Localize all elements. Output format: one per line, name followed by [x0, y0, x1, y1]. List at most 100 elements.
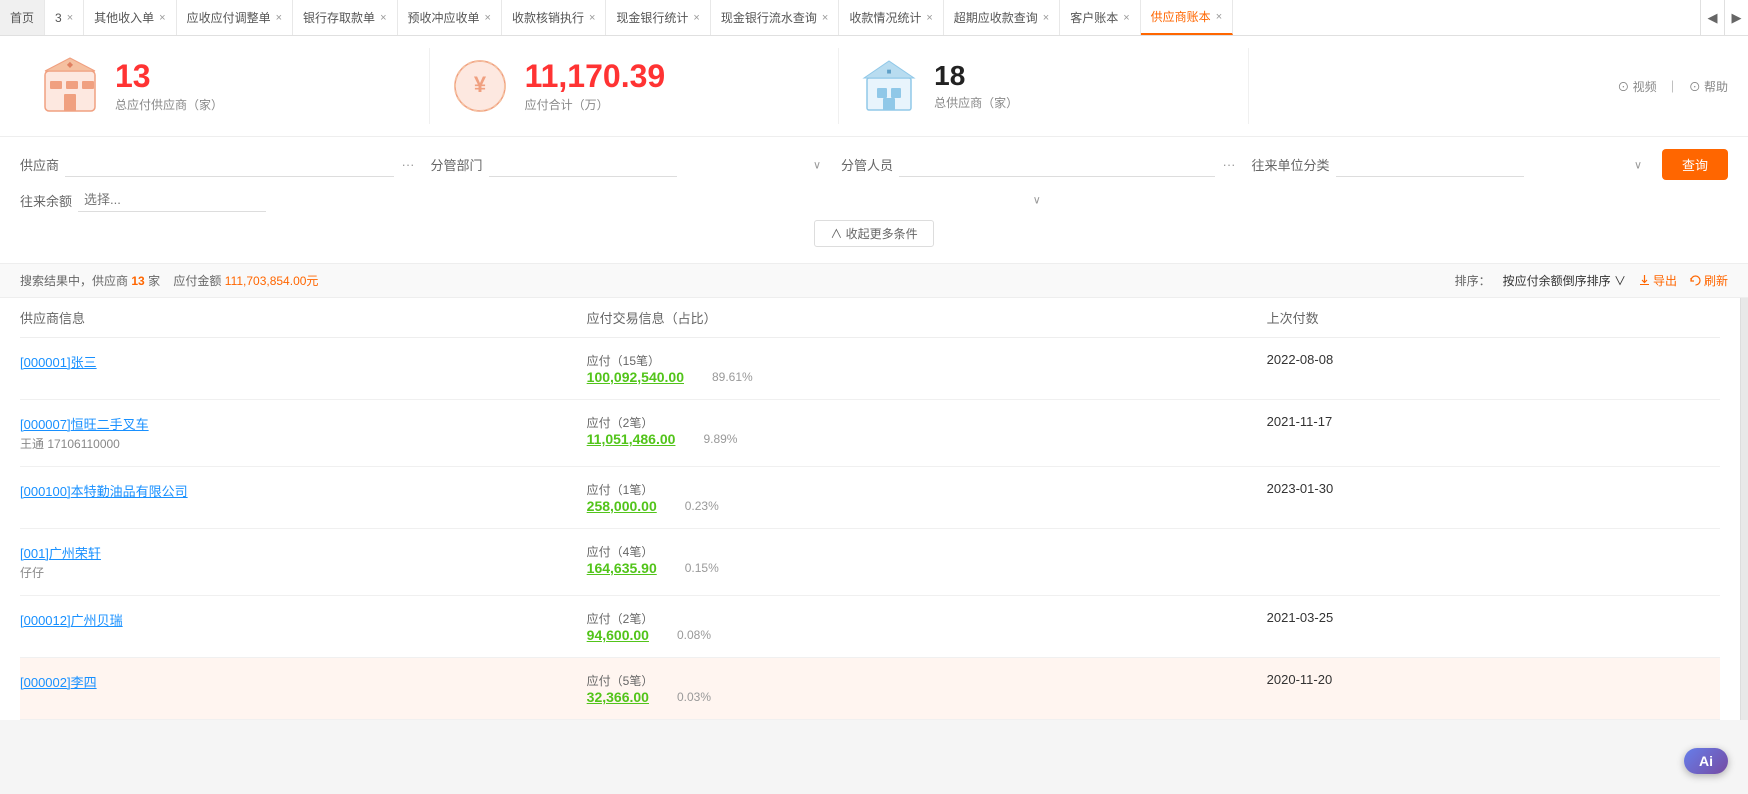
- stat-total-suppliers-label: 总供应商（家）: [934, 94, 1018, 111]
- nav-tab-other-income[interactable]: 其他收入单 ×: [84, 0, 176, 35]
- supplier-link-3[interactable]: [000100]本特勤油品有限公司: [20, 481, 587, 500]
- trans-percent-5: 0.08%: [677, 628, 711, 642]
- nav-tab-cash-bank-stat[interactable]: 现金银行统计 ×: [606, 0, 710, 35]
- filter-dept-input[interactable]: [489, 153, 677, 177]
- lastpay-3: 2023-01-30: [1267, 481, 1720, 496]
- nav-arrow-left[interactable]: ◀: [1700, 0, 1724, 36]
- nav-tab-home[interactable]: 首页: [0, 0, 45, 35]
- nav-tab-cash-bank-stat-close[interactable]: ×: [693, 12, 699, 24]
- filter-supplier-item: 供应商 ···: [20, 153, 415, 177]
- nav-tab-overdue-ar[interactable]: 超期应收款查询 ×: [944, 0, 1060, 35]
- trans-amount-3[interactable]: 258,000.00: [587, 498, 657, 514]
- nav-tab-cash-bank-flow[interactable]: 现金银行流水查询 ×: [711, 0, 839, 35]
- filter-category-item: 往来单位分类 ∨: [1252, 153, 1647, 177]
- nav-tab-receipt-verify-label: 收款核销执行: [512, 9, 584, 26]
- lastpay-2: 2021-11-17: [1267, 414, 1720, 429]
- supplier-dots[interactable]: ···: [402, 157, 415, 172]
- trans-percent-6: 0.03%: [677, 690, 711, 704]
- filter-category-dropdown[interactable]: ∨: [1336, 153, 1646, 177]
- result-info-text: 搜索结果中，供应商 13 家 应付金额 111,703,854.00元: [20, 272, 318, 289]
- col-header-lastpay: 上次付数: [1267, 308, 1720, 327]
- nav-tab-overdue-ar-close[interactable]: ×: [1043, 12, 1049, 24]
- table-row[interactable]: [000001]张三 应付（15笔） 100,092,540.00 89.61%…: [20, 338, 1720, 400]
- stat-payable-total: ¥ 11,170.39 应付合计（万）: [430, 48, 840, 124]
- col-header-supplier: 供应商信息: [20, 308, 587, 327]
- nav-tab-3-close[interactable]: ×: [67, 12, 73, 24]
- table-row[interactable]: [000007]恒旺二手叉车 王通 17106110000 应付（2笔） 11,…: [20, 400, 1720, 467]
- filter-person-item: 分管人员 ···: [841, 153, 1236, 177]
- filter-dept-dropdown[interactable]: ∨: [489, 153, 825, 177]
- nav-tab-customer-book-close[interactable]: ×: [1123, 12, 1129, 24]
- table-row[interactable]: [001]广州荣轩 仔仔 应付（4笔） 164,635.90 0.15%: [20, 529, 1720, 596]
- supplier-link-4[interactable]: [001]广州荣轩: [20, 543, 587, 562]
- help-link[interactable]: ⊙ 帮助: [1689, 78, 1728, 95]
- supplier-link-2[interactable]: [000007]恒旺二手叉车: [20, 414, 587, 433]
- supplier-info-5: [000012]广州贝瑞: [20, 610, 587, 629]
- nav-tab-bank-deposit-close[interactable]: ×: [380, 12, 386, 24]
- nav-tab-bank-deposit-label: 银行存取款单: [303, 9, 375, 26]
- nav-tab-cash-bank-flow-close[interactable]: ×: [822, 12, 828, 24]
- trans-amount-5[interactable]: 94,600.00: [587, 627, 649, 643]
- filter-person-input[interactable]: [899, 153, 1214, 177]
- nav-arrow-right[interactable]: ▶: [1724, 0, 1748, 36]
- sort-label: 排序：: [1455, 272, 1491, 289]
- scrollbar-right[interactable]: [1740, 298, 1748, 720]
- dept-chevron-down-icon: ∨: [813, 158, 821, 171]
- table-header: 供应商信息 应付交易信息（占比） 上次付数: [20, 298, 1720, 338]
- sort-value[interactable]: 按应付余额倒序排序 ∨: [1503, 272, 1626, 289]
- filter-person-label: 分管人员: [841, 155, 893, 174]
- nav-tab-ar-ap-adjust[interactable]: 应收应付调整单 ×: [177, 0, 293, 35]
- help-video-link[interactable]: ⊙ 视频: [1617, 78, 1656, 95]
- filter-supplier-input[interactable]: [65, 153, 393, 177]
- person-dots[interactable]: ···: [1223, 157, 1236, 172]
- table-row[interactable]: [000012]广州贝瑞 应付（2笔） 94,600.00 0.08% 2021…: [20, 596, 1720, 658]
- table-row[interactable]: [000100]本特勤油品有限公司 应付（1笔） 258,000.00 0.23…: [20, 467, 1720, 529]
- stat-total-suppliers: ■ 18 总供应商（家）: [839, 48, 1249, 124]
- svg-text:◆: ◆: [67, 60, 74, 69]
- nav-tab-receipt-verify-close[interactable]: ×: [589, 12, 595, 24]
- supplier-link-1[interactable]: [000001]张三: [20, 352, 587, 371]
- nav-tab-3[interactable]: 3 ×: [45, 0, 84, 35]
- nav-tab-ar-ap-adjust-close[interactable]: ×: [276, 12, 282, 24]
- trans-percent-4: 0.15%: [685, 561, 719, 575]
- stat-total-suppliers-number: 18: [934, 61, 1018, 92]
- filter-balance-input[interactable]: [78, 188, 266, 212]
- collapse-more-btn[interactable]: ∧ 收起更多条件: [814, 220, 934, 247]
- nav-tab-prepay-ar[interactable]: 预收冲应收单 ×: [398, 0, 502, 35]
- export-button[interactable]: 导出: [1638, 272, 1677, 289]
- supplier-link-6[interactable]: [000002]李四: [20, 672, 587, 691]
- filter-dept-label: 分管部门: [431, 155, 483, 174]
- nav-tab-supplier-book-close[interactable]: ×: [1216, 11, 1222, 23]
- nav-tab-ar-ap-adjust-label: 应收应付调整单: [187, 9, 271, 26]
- nav-tab-bank-deposit[interactable]: 银行存取款单 ×: [293, 0, 397, 35]
- transaction-info-3: 应付（1笔） 258,000.00 0.23%: [587, 481, 1267, 514]
- stat-payable-total-content: 11,170.39 应付合计（万）: [525, 59, 666, 113]
- nav-tab-cash-bank-flow-label: 现金银行流水查询: [721, 9, 817, 26]
- table-row[interactable]: [000002]李四 应付（5笔） 32,366.00 0.03% 2020-1…: [20, 658, 1720, 720]
- refresh-button[interactable]: 刷新: [1689, 272, 1728, 289]
- nav-tab-other-income-close[interactable]: ×: [159, 12, 165, 24]
- trans-amount-2[interactable]: 11,051,486.00: [587, 431, 676, 447]
- supplier-link-5[interactable]: [000012]广州贝瑞: [20, 610, 587, 629]
- nav-tab-customer-book[interactable]: 客户账本 ×: [1060, 0, 1140, 35]
- supplier-info-1: [000001]张三: [20, 352, 587, 371]
- trans-amount-1[interactable]: 100,092,540.00: [587, 369, 684, 385]
- query-button[interactable]: 查询: [1662, 149, 1728, 180]
- nav-tab-supplier-book[interactable]: 供应商账本 ×: [1141, 0, 1233, 35]
- filter-balance-dropdown[interactable]: ∨: [78, 188, 1045, 212]
- nav-tab-receipt-stat[interactable]: 收款情况统计 ×: [839, 0, 943, 35]
- store-icon: ■: [859, 56, 919, 116]
- nav-tab-receipt-verify[interactable]: 收款核销执行 ×: [502, 0, 606, 35]
- nav-tab-prepay-ar-close[interactable]: ×: [485, 12, 491, 24]
- nav-tab-receipt-stat-close[interactable]: ×: [926, 12, 932, 24]
- ai-badge[interactable]: Ai: [1684, 748, 1728, 774]
- transaction-info-1: 应付（15笔） 100,092,540.00 89.61%: [587, 352, 1267, 385]
- trans-amount-6[interactable]: 32,366.00: [587, 689, 649, 705]
- trans-amount-4[interactable]: 164,635.90: [587, 560, 657, 576]
- top-navigation: 首页 3 × 其他收入单 × 应收应付调整单 × 银行存取款单 × 预收冲应收单…: [0, 0, 1748, 36]
- result-info: 搜索结果中，供应商 13 家 应付金额 111,703,854.00元: [20, 272, 318, 289]
- filter-category-input[interactable]: [1336, 153, 1524, 177]
- trans-percent-1: 89.61%: [712, 370, 753, 384]
- stat-total-suppliers-content: 18 总供应商（家）: [934, 61, 1018, 111]
- nav-tab-other-income-label: 其他收入单: [94, 9, 154, 26]
